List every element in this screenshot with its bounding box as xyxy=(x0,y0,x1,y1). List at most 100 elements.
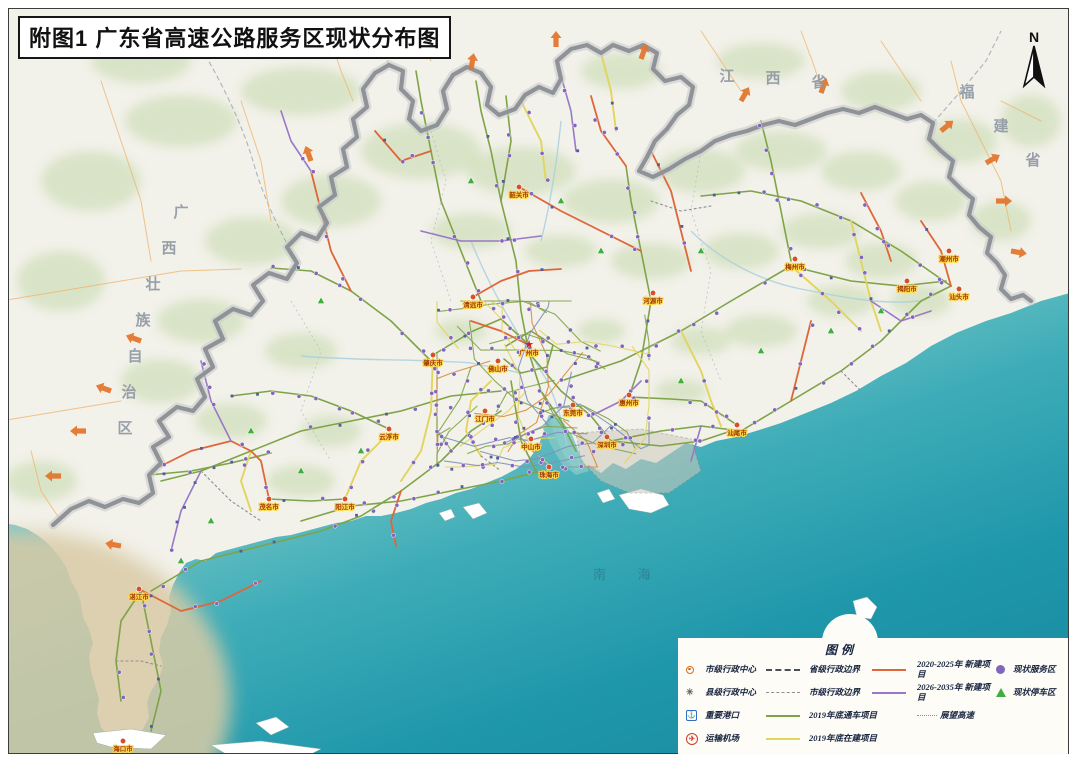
service-area-dot xyxy=(422,349,426,353)
county-center-marker xyxy=(539,402,542,405)
county-center-marker xyxy=(657,163,660,166)
service-area-dot xyxy=(628,436,632,440)
service-area-dot xyxy=(452,372,456,376)
county-center-marker xyxy=(586,347,589,350)
service-area-dot xyxy=(434,390,438,394)
service-area-dot xyxy=(507,154,511,158)
service-area-dot xyxy=(938,277,942,281)
service-area-dot xyxy=(594,344,598,348)
province-label-fujian: 省 xyxy=(1024,151,1040,169)
county-center-marker xyxy=(490,456,493,459)
service-area-dot xyxy=(449,336,453,340)
city-dot-icon xyxy=(604,434,610,440)
city-dot-icon xyxy=(792,256,798,262)
service-area-dot xyxy=(410,154,414,158)
service-area-dot xyxy=(537,389,541,393)
service-area-dot xyxy=(314,271,318,275)
city-dot-icon xyxy=(734,422,740,428)
county-center-marker xyxy=(437,309,440,312)
service-area-dot xyxy=(412,497,416,501)
service-area-dot xyxy=(468,346,472,350)
service-area-dot xyxy=(688,400,692,404)
service-area-dot xyxy=(376,419,380,423)
service-area-dot xyxy=(476,289,480,293)
service-area-dot xyxy=(762,190,766,194)
service-area-dot xyxy=(502,315,506,319)
legend-p2020-label: 2020-2025年 新建项目 xyxy=(917,660,993,679)
service-area-dot xyxy=(645,379,649,383)
service-area-dot xyxy=(786,197,790,201)
build2019-line-symbol xyxy=(766,738,806,740)
service-area-dot xyxy=(444,442,448,446)
service-area-dot xyxy=(822,381,826,385)
service-area-dot xyxy=(361,460,365,464)
service-area-dot xyxy=(633,210,637,214)
legend-city-boundary-label: 市级行政边界 xyxy=(809,688,869,697)
service-area-dot xyxy=(566,340,570,344)
province-label-guangxi: 治 xyxy=(121,383,136,401)
service-area-dot xyxy=(301,157,305,161)
map-page: 韶关市清远市河源市梅州市潮州市汕头市揭阳市汕尾市惠州市东莞市深圳市★广州市佛山市… xyxy=(0,0,1080,763)
legend-port-label: 重要港口 xyxy=(705,711,763,720)
service-area-dot xyxy=(570,455,574,459)
county-center-marker xyxy=(150,594,153,597)
service-area-dot xyxy=(183,567,187,571)
airport-icon: ✈ xyxy=(686,733,702,745)
county-center-marker xyxy=(507,237,510,240)
legend-prov-boundary-label: 省级行政边界 xyxy=(809,665,869,674)
service-area-dot xyxy=(715,311,719,315)
service-area-dot xyxy=(541,340,545,344)
county-center-marker xyxy=(256,393,259,396)
county-center-marker xyxy=(437,464,440,467)
city-label: 汕头市 xyxy=(949,292,969,301)
service-area-dot xyxy=(815,203,819,207)
county-center-marker xyxy=(551,415,554,418)
service-area-dot xyxy=(321,496,325,500)
service-area-dot xyxy=(436,490,440,494)
service-area-dot xyxy=(799,273,803,277)
city-label: 东莞市 xyxy=(563,408,583,417)
county-center-marker xyxy=(183,506,186,509)
service-area-dot xyxy=(333,524,337,528)
service-area-dot xyxy=(559,378,563,382)
service-area-dot xyxy=(121,695,125,699)
legend-service-area-label: 现状服务区 xyxy=(1013,665,1067,674)
service-area-dot xyxy=(510,464,514,468)
city-label: 湛江市 xyxy=(129,592,149,601)
service-area-dot xyxy=(371,509,375,513)
county-center-marker xyxy=(240,550,243,553)
service-area-dot xyxy=(702,379,706,383)
city-label: 广州市 xyxy=(519,348,539,357)
county-center-marker xyxy=(283,499,286,502)
service-area-dot xyxy=(852,233,856,237)
city-label: 汕尾市 xyxy=(727,428,747,437)
service-area-dot xyxy=(763,281,767,285)
county-center-marker xyxy=(514,436,517,439)
service-area-dot xyxy=(886,244,890,248)
city-dot-icon xyxy=(342,496,348,502)
service-area-dot xyxy=(253,581,257,585)
service-area-dot xyxy=(513,391,517,395)
province-label-guangxi: 壮 xyxy=(145,275,160,293)
city-label: 阳江市 xyxy=(335,502,355,511)
city-label: 中山市 xyxy=(521,442,541,451)
service-area-dot xyxy=(579,464,583,468)
service-area-dot xyxy=(540,151,544,155)
service-area-dot xyxy=(503,441,507,445)
service-area-dot xyxy=(798,362,802,366)
service-area-dot xyxy=(682,241,686,245)
service-area-dot xyxy=(572,351,576,355)
county-center-marker xyxy=(355,514,358,517)
service-area-dot xyxy=(400,331,404,335)
north-arrow: N xyxy=(1014,28,1054,92)
service-area-dot xyxy=(620,344,624,348)
service-area-dot xyxy=(359,297,363,301)
service-area-dot xyxy=(526,432,530,436)
service-area-dot xyxy=(715,410,719,414)
service-area-dot xyxy=(490,423,494,427)
service-area-dot xyxy=(546,178,550,182)
service-area-dot xyxy=(452,235,456,239)
legend-prospect-label: 展望高速 xyxy=(940,711,974,720)
service-area-dot xyxy=(309,425,313,429)
city-label: 韶关市 xyxy=(509,190,529,199)
